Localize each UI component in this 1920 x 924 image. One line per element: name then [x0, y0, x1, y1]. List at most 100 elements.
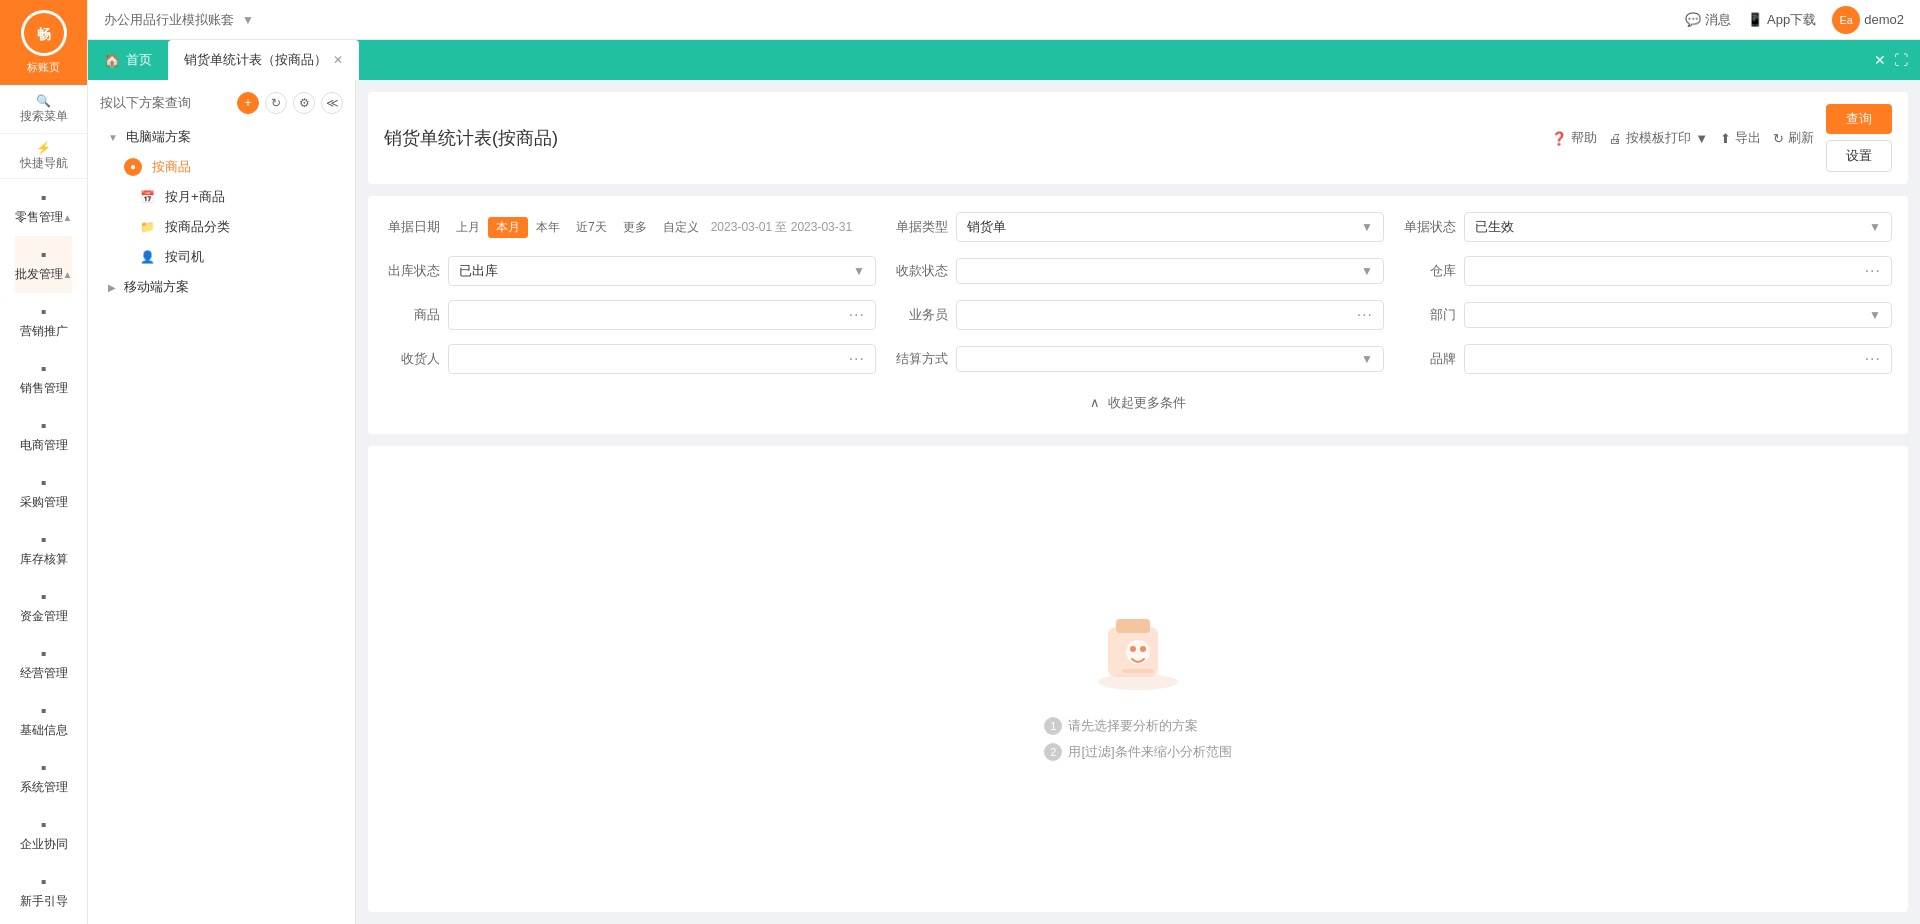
- sidebar-search[interactable]: 🔍 搜索菜单: [0, 85, 87, 134]
- tab-close-window-icon[interactable]: ✕: [1874, 52, 1886, 68]
- date-range-text: 2023-03-01 至 2023-03-31: [711, 219, 852, 236]
- sidebar-item-operations[interactable]: ▪ 经营管理: [15, 635, 73, 692]
- empty-step-2: 2 用[过滤]条件来缩小分析范围: [1044, 743, 1231, 761]
- doc-type-value: 销货单: [967, 218, 1006, 236]
- page-actions: ❓ 帮助 🖨 按模板打印 ▼ ⬆ 导出 ↻ 刷新: [1551, 104, 1892, 172]
- tab-fullscreen-icon[interactable]: ⛶: [1894, 52, 1908, 68]
- step1-text: 请先选择要分析的方案: [1068, 717, 1198, 735]
- refresh-action[interactable]: ↻ 刷新: [1773, 129, 1814, 147]
- tree-active-dot-by_product: ●: [124, 158, 142, 176]
- empty-state: 1 请先选择要分析的方案 2 用[过滤]条件来缩小分析范围: [368, 446, 1908, 912]
- empty-text: 1 请先选择要分析的方案 2 用[过滤]条件来缩小分析范围: [1044, 717, 1231, 761]
- tree-label-pc: 电脑端方案: [126, 128, 191, 146]
- sidebar-label-purchase: 采购管理: [20, 494, 68, 511]
- sidebar-item-basic[interactable]: ▪ 基础信息: [15, 692, 73, 749]
- home-icon: 🏠: [104, 53, 120, 68]
- refresh-label: 刷新: [1788, 129, 1814, 147]
- settings-button[interactable]: 设置: [1826, 140, 1892, 172]
- user-profile[interactable]: Ea demo2: [1832, 6, 1904, 34]
- sidebar-item-inventory[interactable]: ▪ 库存核算: [15, 521, 73, 578]
- tree-node-by_product[interactable]: ● 按商品: [88, 152, 355, 182]
- sidebar-item-ecommerce[interactable]: ▪ 电商管理: [15, 407, 73, 464]
- brand-label: 品牌: [1400, 350, 1456, 368]
- add-scheme-btn[interactable]: +: [237, 92, 259, 114]
- sidebar-item-finance[interactable]: ▪ 资金管理: [15, 578, 73, 635]
- warehouse-input[interactable]: ···: [1464, 256, 1892, 286]
- doc-status-value: 已生效: [1475, 218, 1514, 236]
- sidebar-menu: ▪ 零售管理▲ ▪ 批发管理▲ ▪ 营销推广 ▪ 销售管理 ▪ 电商管理 ▪ 采…: [15, 179, 73, 924]
- tab-close-icon[interactable]: ✕: [333, 53, 343, 67]
- topbar-dropdown-arrow[interactable]: ▼: [242, 13, 254, 27]
- tree-node-by_month_product[interactable]: 📅 按月+商品: [88, 182, 355, 212]
- svg-point-7: [1140, 646, 1146, 652]
- settings-scheme-btn[interactable]: ⚙: [293, 92, 315, 114]
- print-arrow[interactable]: ▼: [1695, 131, 1708, 146]
- brand-input[interactable]: ···: [1464, 344, 1892, 374]
- date-this-month-btn[interactable]: 本月: [488, 217, 528, 238]
- consignee-label: 收货人: [384, 350, 440, 368]
- sidebar-item-newbie[interactable]: ▪ 新手引导: [15, 863, 73, 920]
- doc-type-input[interactable]: 销货单 ▼: [956, 212, 1384, 242]
- payment-input[interactable]: ▼: [956, 346, 1384, 372]
- department-label: 部门: [1400, 306, 1456, 324]
- print-icon: 🖨: [1609, 131, 1622, 146]
- date-more-btn[interactable]: 更多: [615, 217, 655, 238]
- tab-home[interactable]: 🏠 首页: [88, 40, 168, 80]
- sidebar-quicknav[interactable]: ⚡ 快捷导航: [0, 134, 87, 179]
- sidebar-item-system[interactable]: ▪ 系统管理: [15, 749, 73, 806]
- export-action[interactable]: ⬆ 导出: [1720, 129, 1761, 147]
- sidebar-item-retail[interactable]: ▪ 零售管理▲: [15, 179, 73, 236]
- content-area: 按以下方案查询 + ↻ ⚙ ≪ ▼: [88, 80, 1920, 924]
- query-button[interactable]: 查询: [1826, 104, 1892, 134]
- topbar: 办公用品行业模拟账套 ▼ 💬 消息 📱 App下载 Ea demo2: [88, 0, 1920, 40]
- left-panel-actions: + ↻ ⚙ ≪: [237, 92, 343, 114]
- consignee-input[interactable]: ···: [448, 344, 876, 374]
- salesperson-input[interactable]: ···: [956, 300, 1384, 330]
- sidebar-icon-newbie: ▪: [41, 873, 47, 891]
- collapse-more-btn[interactable]: ∧ 收起更多条件: [384, 388, 1892, 418]
- filter-product: 商品 ···: [384, 300, 876, 330]
- sidebar-item-corp[interactable]: ▪ 企业协同: [15, 806, 73, 863]
- receipt-status-label: 收款状态: [892, 262, 948, 280]
- sidebar-item-sales[interactable]: ▪ 销售管理: [15, 350, 73, 407]
- tree-node-by_category[interactable]: 📁 按商品分类: [88, 212, 355, 242]
- sidebar-item-marketing[interactable]: ▪ 营销推广: [15, 293, 73, 350]
- add-icon: +: [244, 96, 251, 110]
- sidebar-icon-operations: ▪: [41, 645, 47, 663]
- date-this-year-btn[interactable]: 本年: [528, 217, 568, 238]
- tabbar-right: ✕ ⛶: [1874, 52, 1920, 68]
- right-panel: 销货单统计表(按商品) ❓ 帮助 🖨 按模板打印 ▼ ⬆ 导出: [356, 80, 1920, 924]
- date-wrap: 上月 本月 本年 近7天 更多 自定义 2023-03-01 至 2023-03…: [448, 217, 876, 238]
- doc-status-input[interactable]: 已生效 ▼: [1464, 212, 1892, 242]
- refresh-icon: ↻: [271, 96, 281, 110]
- product-input[interactable]: ···: [448, 300, 876, 330]
- sidebar-item-apps[interactable]: ▪ 应用中心: [15, 920, 73, 924]
- sidebar-icon-marketing: ▪: [41, 303, 47, 321]
- tab-sales-stat[interactable]: 销货单统计表（按商品） ✕: [168, 40, 359, 80]
- tree-node-by_cashier[interactable]: 👤 按司机: [88, 242, 355, 272]
- logo-text: 标账页: [27, 60, 60, 75]
- tree-node-mobile[interactable]: ▶ 移动端方案: [88, 272, 355, 302]
- sidebar-label-wholesale: 批发管理▲: [15, 266, 73, 283]
- print-action[interactable]: 🖨 按模板打印 ▼: [1609, 129, 1708, 147]
- date-custom-btn[interactable]: 自定义: [655, 217, 707, 238]
- topbar-left: 办公用品行业模拟账套 ▼: [104, 11, 254, 29]
- refresh-scheme-btn[interactable]: ↻: [265, 92, 287, 114]
- sidebar-item-purchase[interactable]: ▪ 采购管理: [15, 464, 73, 521]
- step2-num: 2: [1044, 743, 1062, 761]
- sidebar-label-ecommerce: 电商管理: [20, 437, 68, 454]
- out-status-input[interactable]: 已出库 ▼: [448, 256, 876, 286]
- filter-out-status: 出库状态 已出库 ▼: [384, 256, 876, 286]
- app-download-action[interactable]: 📱 App下载: [1747, 11, 1816, 29]
- department-input[interactable]: ▼: [1464, 302, 1892, 328]
- salesperson-dots: ···: [1357, 306, 1373, 324]
- collapse-panel-btn[interactable]: ≪: [321, 92, 343, 114]
- date-7days-btn[interactable]: 近7天: [568, 217, 615, 238]
- message-action[interactable]: 💬 消息: [1685, 11, 1731, 29]
- sidebar-item-wholesale[interactable]: ▪ 批发管理▲: [15, 236, 73, 293]
- date-last-month-btn[interactable]: 上月: [448, 217, 488, 238]
- receipt-status-input[interactable]: ▼: [956, 258, 1384, 284]
- help-action[interactable]: ❓ 帮助: [1551, 129, 1597, 147]
- action-buttons: 查询 设置: [1826, 104, 1892, 172]
- tree-node-pc[interactable]: ▼ 电脑端方案: [88, 122, 355, 152]
